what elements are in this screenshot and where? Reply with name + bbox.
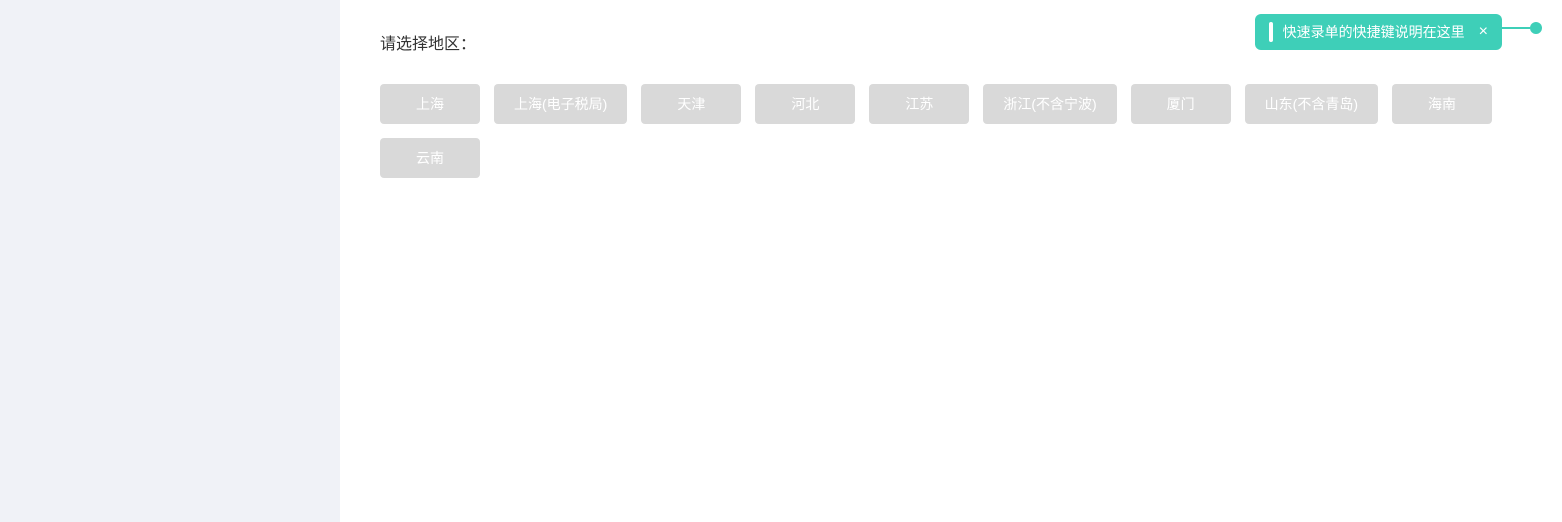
region-btn-yunnan[interactable]: 云南 xyxy=(380,138,480,178)
left-sidebar xyxy=(0,0,340,522)
tooltip-banner: 快速录单的快捷键说明在这里 × xyxy=(1255,14,1502,50)
tooltip-text: 快速录单的快捷键说明在这里 xyxy=(1283,22,1465,42)
region-btn-hebei[interactable]: 河北 xyxy=(755,84,855,124)
tooltip-close-button[interactable]: × xyxy=(1479,23,1488,41)
tooltip-line xyxy=(1500,27,1530,29)
tooltip-bar-icon xyxy=(1269,22,1273,42)
region-btn-jiangsu[interactable]: 江苏 xyxy=(869,84,969,124)
region-btn-shanghai-etax[interactable]: 上海(电子税局) xyxy=(494,84,627,124)
region-btn-hainan[interactable]: 海南 xyxy=(1392,84,1492,124)
tooltip-dot xyxy=(1530,22,1542,34)
region-btn-zhejiang[interactable]: 浙江(不含宁波) xyxy=(983,84,1116,124)
region-buttons: 上海上海(电子税局) 天津河北江苏浙江(不含宁波) 厦门山东(不含青岛) 海南云南 xyxy=(380,84,1522,178)
region-btn-xiamen[interactable]: 厦门 xyxy=(1131,84,1231,124)
region-btn-shandong[interactable]: 山东(不含青岛) xyxy=(1245,84,1378,124)
region-btn-shanghai[interactable]: 上海 xyxy=(380,84,480,124)
region-btn-tianjin[interactable]: 天津 xyxy=(641,84,741,124)
main-content: 请选择地区： 上海上海(电子税局)天津河北江苏浙江(不含宁波)厦门山东(不含青岛… xyxy=(340,0,1562,522)
